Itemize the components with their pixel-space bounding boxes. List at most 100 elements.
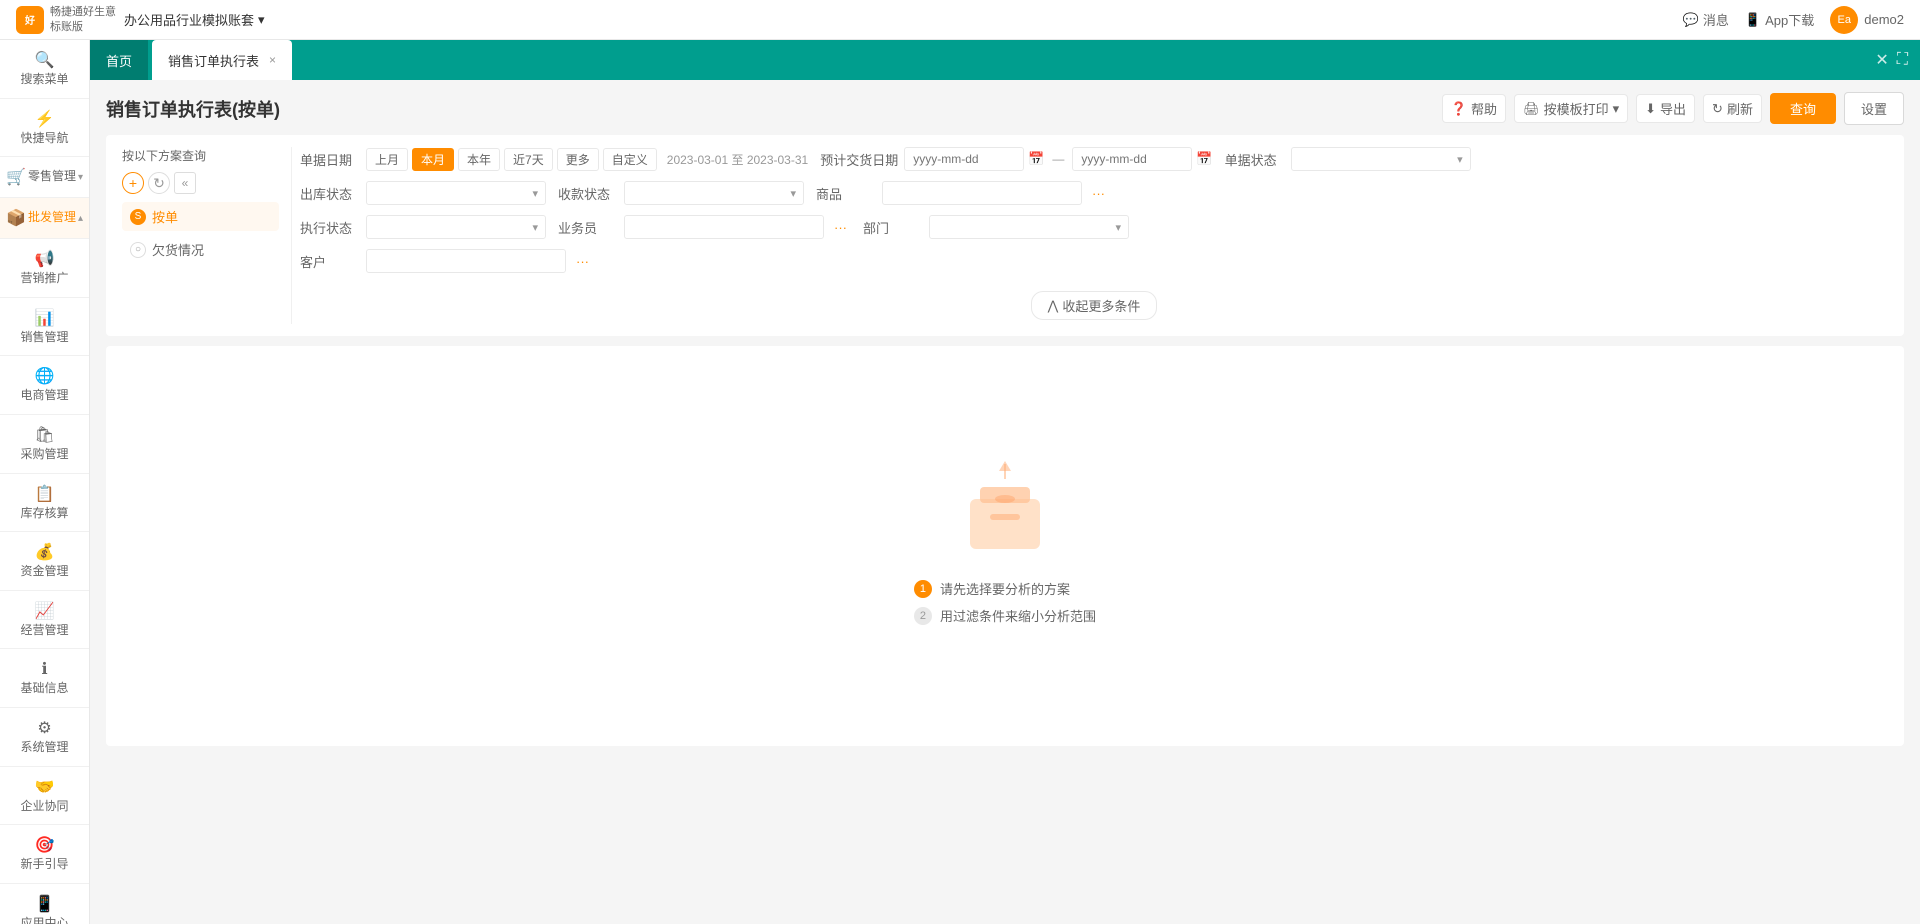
sidebar-item-inventory[interactable]: 📋 库存核算	[0, 474, 89, 533]
message-icon: 💬	[1683, 12, 1699, 28]
sidebar-label-marketing: 营销推广	[20, 271, 68, 287]
filter-fields: 单据日期 上月 本月 本年 近7天 更多 自定义 2023-03-01 至 20…	[300, 147, 1888, 324]
payment-select[interactable]	[624, 181, 804, 205]
print-arrow-icon: ▾	[1613, 101, 1620, 117]
export-btn[interactable]: ⬇ 导出	[1636, 94, 1695, 123]
sidebar-item-purchase[interactable]: 🛍 采购管理	[0, 415, 89, 474]
logo-area: 好 畅捷通好生意 标账版	[16, 5, 116, 34]
tab-expand-btn[interactable]: ⛶	[1897, 51, 1908, 69]
add-scheme-btn[interactable]: +	[122, 172, 144, 194]
sidebar-item-search[interactable]: 🔍 搜索菜单	[0, 40, 89, 99]
finance-icon: 💰	[35, 542, 55, 562]
app-download-btn[interactable]: 📱 App下载	[1745, 10, 1814, 29]
message-label: 消息	[1703, 10, 1729, 29]
sidebar-label-wholesale: 批发管理	[28, 210, 76, 226]
sidebar-item-shortcut[interactable]: ⚡ 快捷导航	[0, 99, 89, 158]
sidebar-item-appcenter[interactable]: 📱 应用中心	[0, 884, 89, 924]
help-label: 帮助	[1471, 99, 1497, 118]
scheme-inactive-icon: ○	[130, 242, 146, 258]
tab-close-window-btn[interactable]: ✕	[1875, 50, 1888, 70]
tab-home[interactable]: 首页	[90, 40, 148, 80]
scheme-debt-label: 欠货情况	[152, 240, 204, 259]
main-layout: 🔍 搜索菜单 ⚡ 快捷导航 🛒 零售管理 ▾ 📦 批发管理 ▴ 📢 营销推广 📊…	[0, 40, 1920, 924]
customer-input[interactable]	[366, 249, 566, 273]
execution-select[interactable]	[366, 215, 546, 239]
sidebar-label-newbie: 新手引导	[20, 857, 68, 873]
right-action-group: ❓ 帮助 🖨 按模板打印 ▾ ⬇ 导出 ↻ 刷新	[1442, 92, 1904, 125]
outbound-select-wrap: ▾	[366, 181, 546, 205]
this-year-btn[interactable]: 本年	[458, 148, 500, 171]
custom-date-btn[interactable]: 自定义	[603, 148, 657, 171]
customer-more-btn[interactable]: ···	[572, 254, 593, 269]
refresh-small-icon: ↻	[153, 175, 165, 192]
sidebar-item-retail[interactable]: 🛒 零售管理 ▾	[0, 157, 89, 198]
product-input[interactable]	[882, 181, 1082, 205]
filter-row-1: 单据日期 上月 本月 本年 近7天 更多 自定义 2023-03-01 至 20…	[300, 147, 1888, 171]
print-icon: 🖨	[1523, 101, 1540, 117]
filter-row-4: 客户 ···	[300, 249, 1888, 273]
expected-date-start[interactable]	[904, 147, 1024, 171]
company-selector[interactable]: 办公用品行业模拟账套 ▾	[124, 10, 265, 29]
calendar-start-icon[interactable]: 📅	[1028, 151, 1044, 167]
payment-label: 收款状态	[558, 184, 618, 203]
execution-group: 执行状态 ▾	[300, 215, 546, 239]
scheme-item-debt[interactable]: ○ 欠货情况	[122, 235, 279, 264]
ecommerce-icon: 🌐	[35, 366, 55, 386]
username: demo2	[1864, 12, 1904, 27]
refresh-icon: ↻	[1712, 101, 1723, 117]
last7-btn[interactable]: 近7天	[504, 148, 553, 171]
sidebar-item-marketing[interactable]: 📢 营销推广	[0, 239, 89, 298]
help-icon: ❓	[1451, 101, 1467, 117]
tab-bar: 首页 销售订单执行表 × ✕ ⛶	[90, 40, 1920, 80]
outbound-select[interactable]	[366, 181, 546, 205]
status-group: 单据状态 ▾	[1225, 147, 1471, 171]
tab-close-btn[interactable]: ×	[269, 53, 276, 67]
sidebar-item-wholesale[interactable]: 📦 批发管理 ▴	[0, 198, 89, 239]
refresh-scheme-btn[interactable]: ↻	[148, 172, 170, 194]
collapse-more-btn[interactable]: ⋀ 收起更多条件	[1031, 291, 1158, 320]
sidebar-item-newbie[interactable]: 🎯 新手引导	[0, 825, 89, 884]
refresh-btn[interactable]: ↻ 刷新	[1703, 94, 1762, 123]
query-btn[interactable]: 查询	[1770, 93, 1836, 124]
scheme-action-btns: + ↻ «	[122, 172, 279, 194]
status-select[interactable]	[1291, 147, 1471, 171]
date-range-separator: —	[1052, 152, 1064, 166]
help-btn[interactable]: ❓ 帮助	[1442, 94, 1506, 123]
execution-label: 执行状态	[300, 218, 360, 237]
appcenter-icon: 📱	[35, 894, 55, 914]
empty-step-1: 1 请先选择要分析的方案	[914, 579, 1096, 598]
template-print-btn[interactable]: 🖨 按模板打印 ▾	[1514, 94, 1628, 123]
expected-date-end[interactable]	[1072, 147, 1192, 171]
department-select[interactable]	[929, 215, 1129, 239]
scheme-item-order[interactable]: S 按单	[122, 202, 279, 231]
collapse-scheme-btn[interactable]: «	[174, 172, 196, 194]
sidebar-item-system[interactable]: ⚙ 系统管理	[0, 708, 89, 767]
last-month-btn[interactable]: 上月	[366, 148, 408, 171]
user-area[interactable]: Ea demo2	[1830, 6, 1904, 34]
message-btn[interactable]: 💬 消息	[1683, 10, 1729, 29]
salesperson-label: 业务员	[558, 218, 618, 237]
sidebar-item-enterprise[interactable]: 🤝 企业协同	[0, 767, 89, 826]
more-date-btn[interactable]: 更多	[557, 148, 599, 171]
this-month-btn[interactable]: 本月	[412, 148, 454, 171]
sidebar-item-ecommerce[interactable]: 🌐 电商管理	[0, 356, 89, 415]
sidebar-label-system: 系统管理	[20, 740, 68, 756]
sidebar: 🔍 搜索菜单 ⚡ 快捷导航 🛒 零售管理 ▾ 📦 批发管理 ▴ 📢 营销推广 📊…	[0, 40, 90, 924]
retail-arrow-icon: ▾	[78, 172, 83, 183]
department-group: 部门 ▾	[863, 215, 1129, 239]
tab-active[interactable]: 销售订单执行表 ×	[152, 40, 292, 80]
sidebar-item-finance[interactable]: 💰 资金管理	[0, 532, 89, 591]
sidebar-item-sales[interactable]: 📊 销售管理	[0, 298, 89, 357]
outbound-label: 出库状态	[300, 184, 360, 203]
sidebar-label-ecommerce: 电商管理	[20, 388, 68, 404]
tab-controls: ✕ ⛶	[1863, 50, 1920, 70]
calendar-end-icon[interactable]: 📅	[1196, 151, 1212, 167]
sidebar-item-operation[interactable]: 📈 经营管理	[0, 591, 89, 650]
product-more-btn[interactable]: ···	[1088, 186, 1109, 201]
salesperson-input[interactable]	[624, 215, 824, 239]
logo-icon: 好	[16, 6, 44, 34]
sidebar-label-retail: 零售管理	[28, 169, 76, 185]
sidebar-item-basic[interactable]: ℹ 基础信息	[0, 649, 89, 708]
settings-btn[interactable]: 设置	[1844, 92, 1904, 125]
salesperson-more-btn[interactable]: ···	[830, 220, 851, 235]
